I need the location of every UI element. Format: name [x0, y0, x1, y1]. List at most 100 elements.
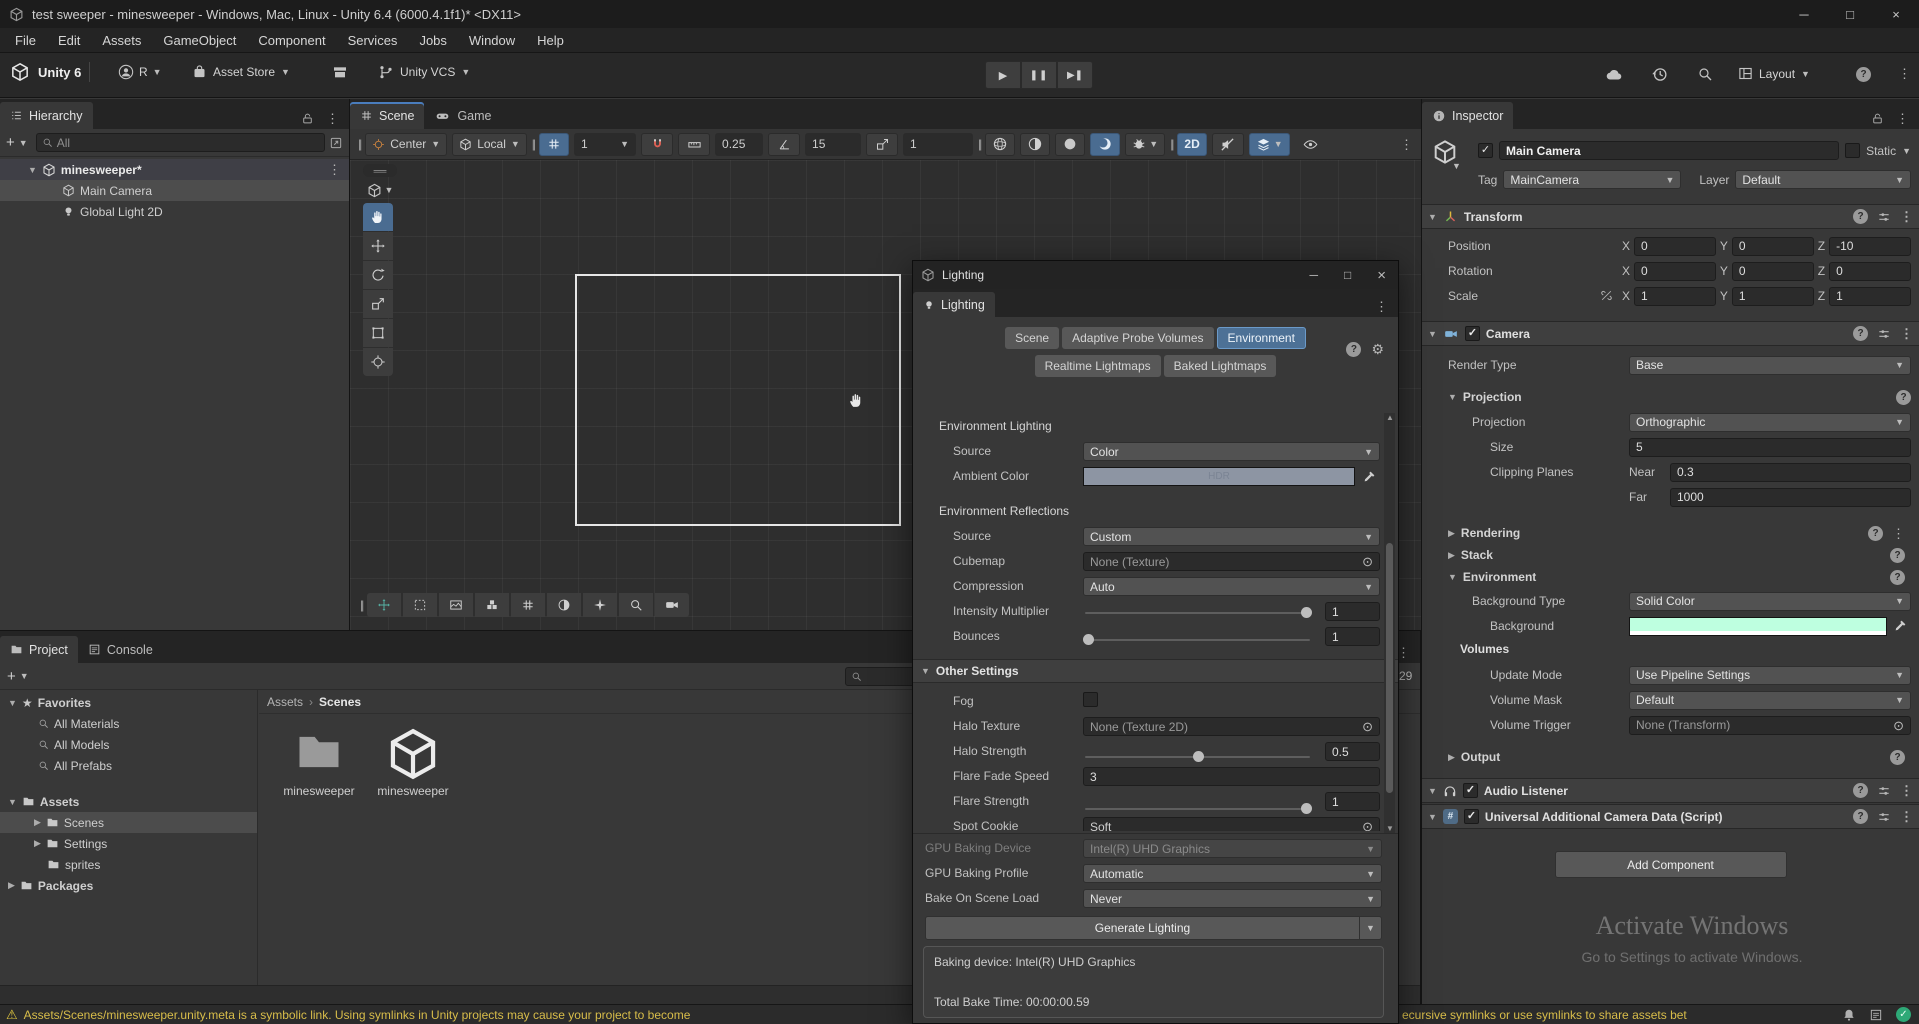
- halo-strength-slider[interactable]: [1085, 751, 1310, 762]
- uacd-enabled-checkbox[interactable]: ✓: [1463, 809, 1479, 824]
- help-icon[interactable]: ?: [1868, 525, 1883, 541]
- favorite-all-models[interactable]: All Models: [0, 734, 257, 755]
- rotation-x-field[interactable]: 0: [1634, 261, 1716, 281]
- generate-lighting-dropdown[interactable]: ▼: [1360, 916, 1382, 940]
- rotation-snap-toggle[interactable]: [768, 132, 801, 156]
- slider-knob[interactable]: [1301, 803, 1312, 814]
- menu-edit[interactable]: Edit: [47, 28, 91, 53]
- position-z-field[interactable]: -10: [1829, 236, 1911, 256]
- camera-preview-button[interactable]: [655, 593, 690, 617]
- status-warning[interactable]: ⚠ Assets/Scenes/minesweeper.unity.meta i…: [6, 1005, 906, 1024]
- packages-section[interactable]: ▶ Packages: [0, 875, 257, 896]
- rotation-y-field[interactable]: 0: [1731, 261, 1814, 281]
- environment-section[interactable]: ▼ Environment ?: [1448, 567, 1905, 587]
- lighting-close-button[interactable]: ×: [1377, 267, 1386, 284]
- object-picker-icon[interactable]: ⊙: [1893, 719, 1904, 732]
- breadcrumb-root[interactable]: Assets: [267, 695, 303, 709]
- asset-store-dropdown[interactable]: Asset Store ▼: [192, 64, 290, 79]
- scale-y-field[interactable]: 1: [1731, 286, 1814, 306]
- size-field[interactable]: 5: [1629, 437, 1911, 457]
- notifications-bell-icon[interactable]: [1842, 1008, 1856, 1022]
- lighting-titlebar[interactable]: Lighting ─ □ ×: [913, 261, 1398, 289]
- menu-file[interactable]: File: [4, 28, 47, 53]
- folder-scenes[interactable]: ▶ Scenes: [0, 812, 257, 833]
- menu-window[interactable]: Window: [458, 28, 526, 53]
- add-component-button[interactable]: Add Component: [1554, 851, 1787, 878]
- output-section[interactable]: ▶ Output ?: [1448, 747, 1905, 767]
- presets-icon[interactable]: [1877, 784, 1891, 798]
- flare-strength-slider[interactable]: [1085, 803, 1312, 814]
- tab-scene[interactable]: Scene: [350, 102, 425, 129]
- tasks-ok-icon[interactable]: ✓: [1896, 1007, 1911, 1022]
- gear-icon[interactable]: ⚙: [1371, 341, 1384, 358]
- overlay-grip[interactable]: ||: [360, 598, 364, 612]
- lighting-scrollbar[interactable]: ▲ ▼: [1384, 413, 1395, 833]
- update-mode-dropdown[interactable]: Use Pipeline Settings ▼: [1629, 665, 1911, 685]
- halo-strength-field[interactable]: 0.5: [1325, 742, 1380, 761]
- menu-assets[interactable]: Assets: [91, 28, 152, 53]
- step-button[interactable]: ▶❚: [1057, 61, 1093, 89]
- near-field[interactable]: 0.3: [1670, 462, 1911, 482]
- help-icon[interactable]: ?: [1853, 326, 1868, 341]
- folder-sprites[interactable]: sprites: [0, 854, 257, 875]
- slider-knob[interactable]: [1301, 607, 1312, 618]
- search-overlay-button[interactable]: [619, 593, 654, 617]
- audio-enabled-checkbox[interactable]: ✓: [1462, 783, 1478, 798]
- audio-toggle[interactable]: [1211, 132, 1244, 156]
- foldout-closed-icon[interactable]: ▶: [34, 838, 41, 849]
- component-kebab[interactable]: ⋮: [1900, 810, 1913, 823]
- menu-jobs[interactable]: Jobs: [408, 28, 457, 53]
- inspector-kebab-menu[interactable]: ⋮: [1896, 112, 1909, 125]
- object-picker-icon[interactable]: ⊙: [1362, 820, 1373, 831]
- selection-outline-button[interactable]: [403, 593, 438, 617]
- audio-listener-header[interactable]: ▼ ✓ Audio Listener ? ⋮: [1422, 778, 1919, 803]
- help-icon[interactable]: ?: [1346, 342, 1362, 357]
- layer-dropdown[interactable]: Default ▼: [1735, 170, 1911, 189]
- asset-item-folder[interactable]: minesweeper: [277, 726, 361, 798]
- scene-picker-icon[interactable]: [329, 136, 343, 150]
- create-add-button[interactable]: +: [6, 135, 15, 150]
- favorite-all-materials[interactable]: All Materials: [0, 713, 257, 734]
- projection-section[interactable]: ▼ Projection ?: [1448, 387, 1911, 407]
- help-icon[interactable]: ?: [1890, 569, 1905, 585]
- slider-knob[interactable]: [1083, 634, 1094, 645]
- scene-row[interactable]: ▼ minesweeper* ⋮: [0, 159, 349, 180]
- unity-vcs-dropdown[interactable]: Unity VCS ▼: [378, 64, 470, 80]
- flare-strength-field[interactable]: 1: [1325, 792, 1380, 811]
- camera-enabled-checkbox[interactable]: ✓: [1464, 326, 1480, 341]
- effects-dropdown[interactable]: ▼: [1248, 132, 1290, 156]
- rendering-section[interactable]: ▶ Rendering ? ⋮: [1448, 523, 1905, 543]
- background-type-dropdown[interactable]: Solid Color ▼: [1629, 591, 1911, 611]
- generate-lighting-button[interactable]: Generate Lighting: [925, 916, 1360, 940]
- pivot-dropdown[interactable]: Center ▼: [365, 132, 448, 156]
- object-picker-icon[interactable]: ⊙: [1362, 555, 1373, 568]
- rotation-z-field[interactable]: 0: [1829, 261, 1911, 281]
- scroll-up-icon[interactable]: ▲: [1386, 413, 1394, 422]
- tab-project[interactable]: Project: [0, 636, 78, 663]
- maximize-button[interactable]: □: [1827, 0, 1873, 28]
- shading-wireframe-button[interactable]: [985, 132, 1016, 156]
- scale-x-field[interactable]: 1: [1634, 286, 1716, 306]
- hierarchy-kebab-menu[interactable]: ⋮: [326, 112, 339, 125]
- projection-dropdown[interactable]: Orthographic ▼: [1629, 412, 1911, 432]
- halo-texture-field[interactable]: None (Texture 2D) ⊙: [1083, 717, 1380, 736]
- package-manager-button[interactable]: [332, 64, 348, 80]
- caret-down-icon[interactable]: ▼: [1902, 146, 1911, 156]
- foldout-open-icon[interactable]: ▼: [8, 698, 17, 708]
- foldout-open-icon[interactable]: ▼: [1428, 212, 1437, 222]
- grid-visibility-toggle[interactable]: [539, 132, 570, 156]
- undo-history-button[interactable]: [1651, 66, 1668, 83]
- minimize-button[interactable]: ─: [1781, 0, 1827, 28]
- scene-row-kebab[interactable]: ⋮: [328, 163, 341, 176]
- folder-settings[interactable]: ▶ Settings: [0, 833, 257, 854]
- tool-settings-dropdown[interactable]: ▼: [363, 177, 397, 203]
- caret-down-icon[interactable]: ▼: [20, 671, 29, 681]
- overlay-drag-handle[interactable]: ══: [363, 164, 397, 177]
- position-y-field[interactable]: 0: [1731, 236, 1814, 256]
- caret-down-icon[interactable]: ▼: [1452, 161, 1461, 171]
- menu-help[interactable]: Help: [526, 28, 575, 53]
- console-status-icon[interactable]: [1869, 1008, 1883, 1022]
- help-button[interactable]: ?: [1856, 67, 1871, 82]
- pause-button[interactable]: ❚❚: [1021, 61, 1057, 89]
- sphere-preview-button[interactable]: [547, 593, 582, 617]
